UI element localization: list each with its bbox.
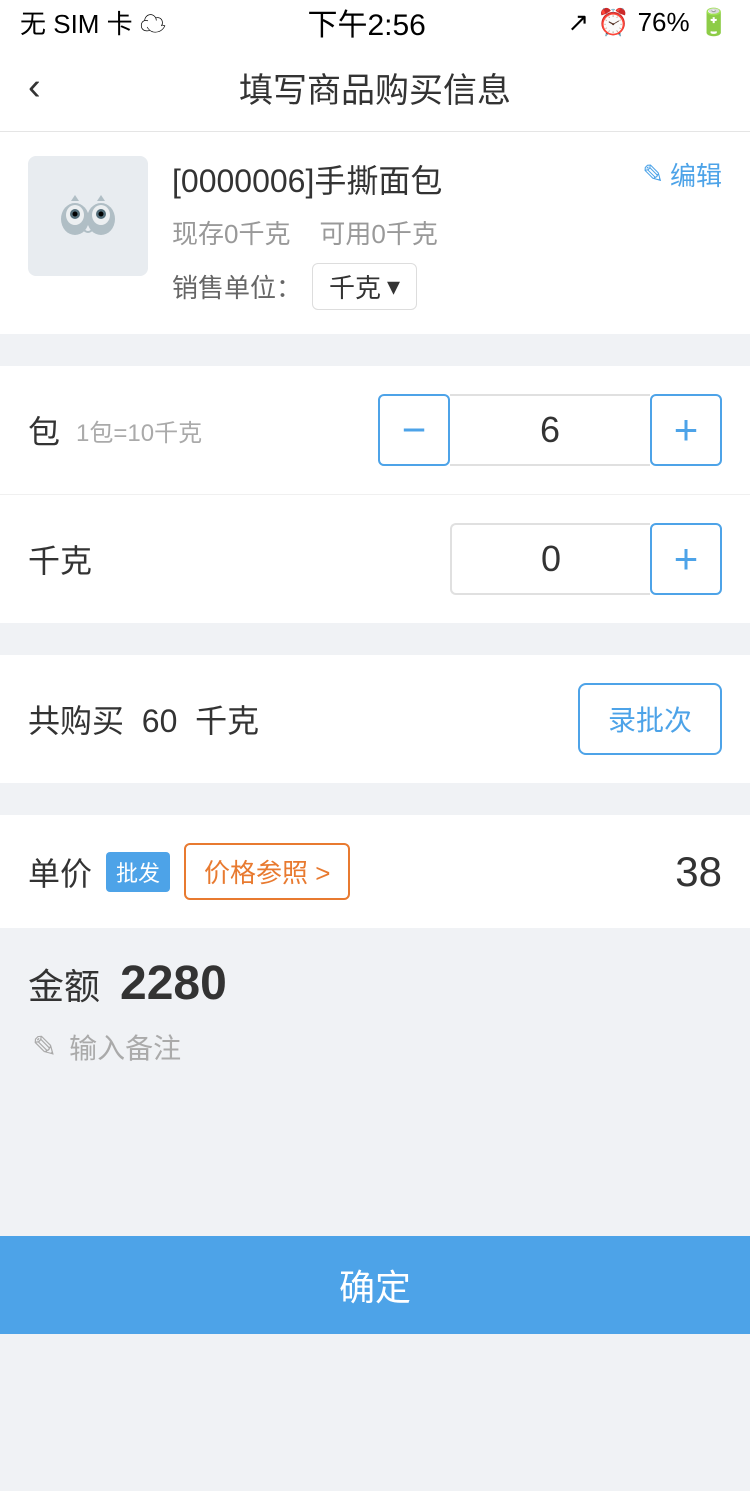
battery-icon: 🔋 [698,7,730,38]
batch-button[interactable]: 录批次 [578,683,722,755]
kg-controls: + [450,523,722,595]
bao-label: 包 1包=10千克 [28,407,202,453]
amount-row: 金额 2280 [28,956,722,1011]
alarm-icon: ⏰ [597,7,629,38]
product-stock: 现存0千克 可用0千克 [172,214,722,251]
product-details: [0000006]手撕面包 ✎ 编辑 现存0千克 可用0千克 销售单位： 千克 … [172,156,722,310]
price-section: 单价 批发 价格参照 > 38 [0,815,750,928]
bao-quantity-input[interactable] [450,394,650,466]
product-info-row: [0000006]手撕面包 ✎ 编辑 现存0千克 可用0千克 销售单位： 千克 … [0,132,750,334]
total-amount: 60 [142,703,178,739]
bao-controls: − + [378,394,722,466]
price-value: 38 [675,848,722,896]
amount-section: 金额 2280 ✎ 输入备注 [0,928,750,1091]
unit-select[interactable]: 千克 ▾ [312,263,417,310]
product-name: [0000006]手撕面包 [172,156,442,202]
bao-hint: 1包=10千克 [76,413,202,448]
price-label: 单价 批发 价格参照 > [28,843,350,900]
bao-minus-button[interactable]: − [378,394,450,466]
status-right: ↗ ⏰ 76% 🔋 [567,7,730,38]
divider-3 [0,799,750,815]
edit-icon: ✎ [642,159,664,190]
status-bar: 无 SIM 卡 ☁ 下午2:56 ↗ ⏰ 76% 🔋 [0,0,750,44]
kg-quantity-input[interactable] [450,523,650,595]
edit-button[interactable]: ✎ 编辑 [642,156,722,193]
product-unit-row: 销售单位： 千克 ▾ [172,263,722,310]
quantity-section: 包 1包=10千克 − + 千克 + [0,366,750,623]
dropdown-icon: ▾ [387,271,400,302]
amount-value: 2280 [120,956,227,1011]
remark-row[interactable]: ✎ 输入备注 [28,1027,722,1067]
status-time: 下午2:56 [307,0,425,44]
total-text: 共购买 60 千克 [28,696,259,742]
kg-quantity-row: 千克 + [0,495,750,623]
divider-2 [0,639,750,655]
nav-bar: ‹ 填写商品购买信息 [0,44,750,132]
confirm-button[interactable]: 确定 [0,1236,750,1334]
divider-1 [0,350,750,366]
amount-label: 金额 [28,958,100,1010]
product-image [28,156,148,276]
back-button[interactable]: ‹ [28,66,41,109]
bao-plus-button[interactable]: + [650,394,722,466]
sim-status: 无 SIM 卡 ☁ [20,4,166,41]
battery-level: 76% [638,7,690,38]
location-icon: ↗ [567,7,589,38]
page-title: 填写商品购买信息 [239,63,511,112]
status-left: 无 SIM 卡 ☁ [20,4,166,41]
pencil-icon: ✎ [32,1030,57,1065]
bao-quantity-row: 包 1包=10千克 − + [0,366,750,495]
product-info-section: [0000006]手撕面包 ✎ 编辑 现存0千克 可用0千克 销售单位： 千克 … [0,132,750,334]
price-ref-button[interactable]: 价格参照 > [184,843,350,900]
kg-label: 千克 [28,536,92,582]
kg-plus-button[interactable]: + [650,523,722,595]
remark-placeholder: 输入备注 [69,1027,181,1067]
total-section: 共购买 60 千克 录批次 [0,655,750,783]
price-tag: 批发 [106,852,170,892]
